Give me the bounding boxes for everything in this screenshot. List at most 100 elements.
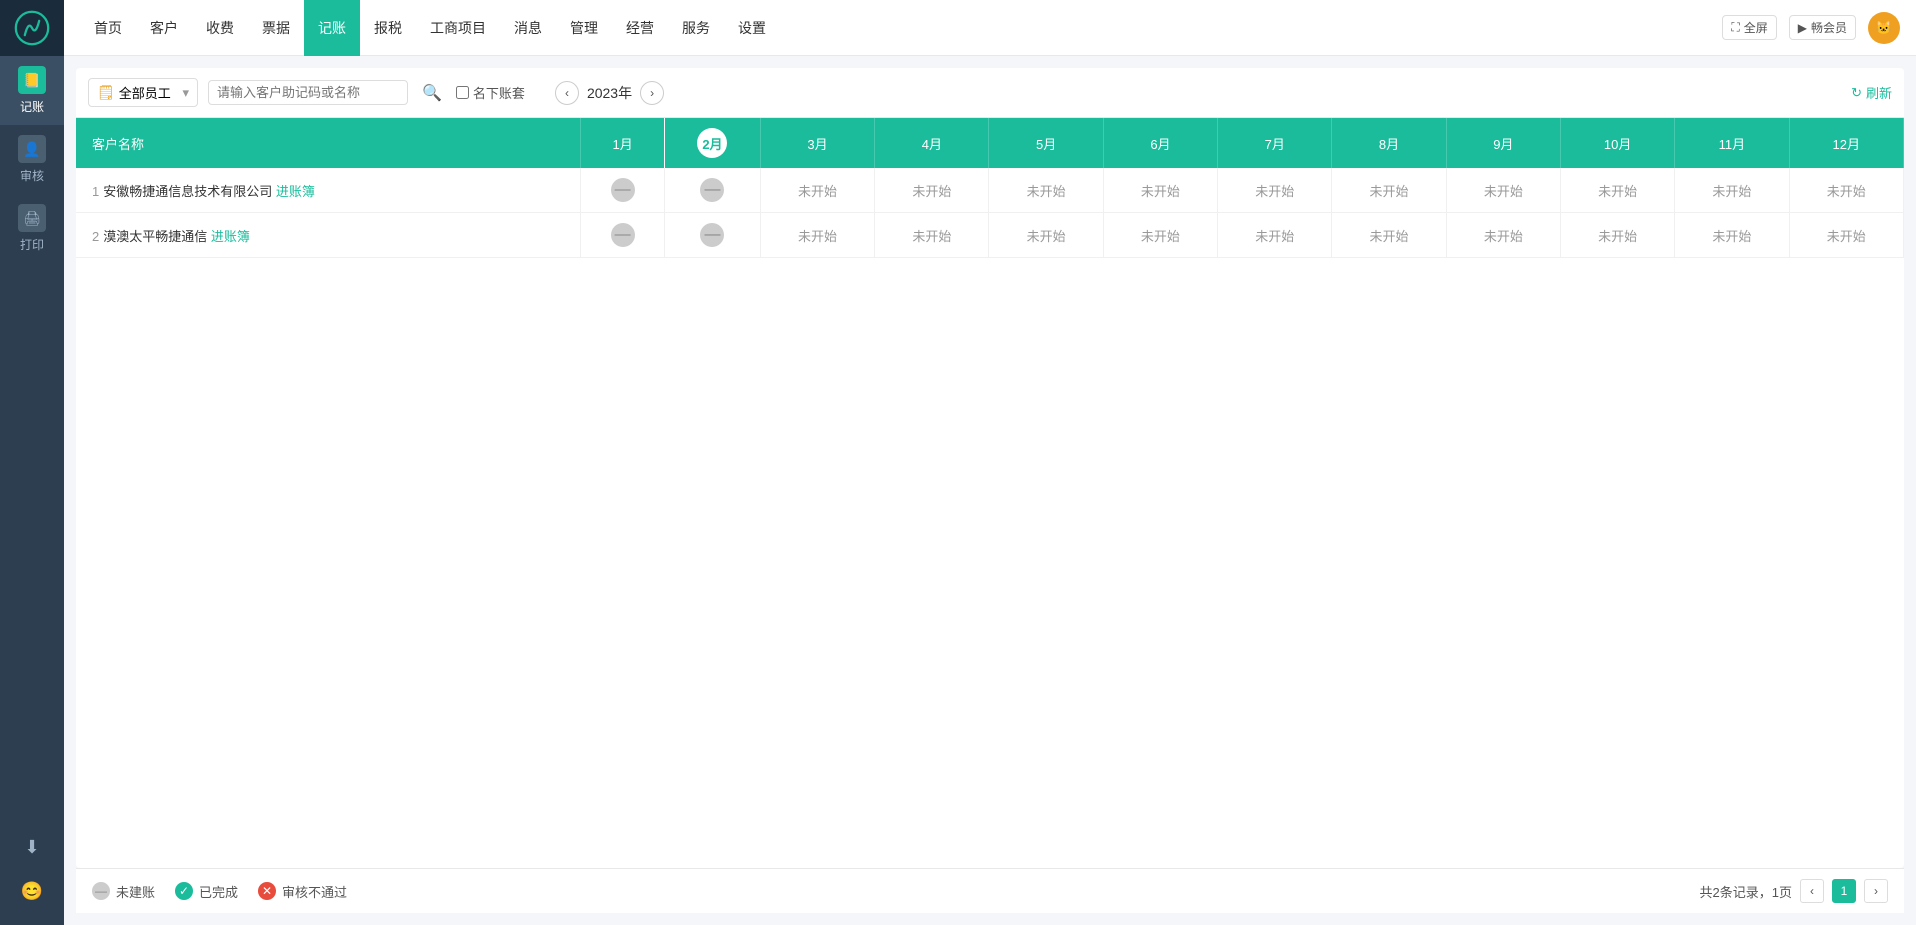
topnav-right: ⛶ 全屏 ▶ 畅会员 🐱: [1722, 12, 1900, 44]
cell-m3: 未开始: [760, 213, 874, 258]
fullscreen-label: 全屏: [1744, 19, 1768, 36]
cell-m11: 未开始: [1675, 213, 1789, 258]
next-page-button[interactable]: ›: [1864, 879, 1888, 903]
status-not-started: 未开始: [1484, 229, 1523, 244]
completed-label: 已完成: [199, 882, 238, 901]
avatar[interactable]: 🐱: [1868, 12, 1900, 44]
refresh-button[interactable]: ↻ 刷新: [1851, 83, 1892, 102]
status-not-started: 未开始: [1827, 229, 1866, 244]
enter-account-link[interactable]: 进账簿: [211, 229, 250, 244]
mine-accounts-checkbox[interactable]: [456, 86, 469, 99]
cell-m10: 未开始: [1560, 213, 1674, 258]
nav-settings[interactable]: 设置: [724, 0, 780, 56]
chevron-down-icon: ▾: [182, 85, 189, 101]
col-m6: 6月: [1103, 118, 1217, 168]
nav-service[interactable]: 服务: [668, 0, 724, 56]
status-not-started: 未开始: [912, 229, 951, 244]
cell-name: 2漠澳太平畅捷通信 进账簿: [76, 213, 581, 258]
checkbox-text: 名下账套: [473, 83, 525, 102]
row-number: 1: [92, 184, 99, 199]
prev-page-button[interactable]: ‹: [1800, 879, 1824, 903]
nav-operation[interactable]: 经营: [612, 0, 668, 56]
status-not-started: 未开始: [1370, 184, 1409, 199]
toolbar: 🗒 全部员工 ▾ 🔍 名下账套 ‹ 2023年 › ↻ 刷新: [76, 68, 1904, 118]
total-text: 共2条记录，1页: [1700, 882, 1792, 901]
table-row: 1安徽畅捷通信息技术有限公司 进账簿——未开始未开始未开始未开始未开始未开始未开…: [76, 168, 1904, 213]
cell-m7: 未开始: [1218, 213, 1332, 258]
status-not-started: 未开始: [1370, 229, 1409, 244]
year-display: 2023年: [587, 83, 632, 103]
nav-business[interactable]: 工商项目: [416, 0, 500, 56]
fullscreen-button[interactable]: ⛶ 全屏: [1722, 15, 1776, 40]
cell-m12: 未开始: [1789, 168, 1903, 213]
status-not-built: —: [700, 178, 724, 202]
status-not-started: 未开始: [1712, 184, 1751, 199]
customer-name: 漠澳太平畅捷通信: [103, 229, 207, 244]
col-m5: 5月: [989, 118, 1103, 168]
search-button[interactable]: 🔍: [418, 83, 446, 103]
vip-label: 畅会员: [1811, 19, 1847, 36]
bookkeeping-icon: 📒: [18, 66, 46, 94]
fullscreen-icon: ⛶: [1731, 20, 1739, 35]
nav-fees[interactable]: 收费: [192, 0, 248, 56]
table-header: 客户名称 1月 2月 3月 4月 5月 6月 7月 8月 9月 10月 11月: [76, 118, 1904, 168]
col-name: 客户名称: [76, 118, 581, 168]
status-not-started: 未开始: [798, 229, 837, 244]
cell-m11: 未开始: [1675, 168, 1789, 213]
nav-invoice[interactable]: 票据: [248, 0, 304, 56]
download-icon[interactable]: ⬇: [14, 829, 50, 865]
cell-m1: —: [581, 168, 665, 213]
active-month-circle: 2月: [697, 128, 727, 158]
current-page: 1: [1832, 879, 1856, 903]
vip-button[interactable]: ▶ 畅会员: [1789, 15, 1856, 40]
col-m8: 8月: [1332, 118, 1446, 168]
checkbox-label[interactable]: 名下账套: [456, 83, 525, 102]
employee-select[interactable]: 🗒 全部员工 ▾: [88, 78, 198, 107]
vip-icon: ▶: [1798, 21, 1807, 35]
help-icon[interactable]: 😊: [14, 873, 50, 909]
footer: — 未建账 ✓ 已完成 ✕ 审核不通过 共2条记录，1页 ‹ 1 ›: [76, 868, 1904, 913]
sidebar-item-bookkeeping[interactable]: 📒 记账: [0, 56, 64, 125]
nav-bookkeeping[interactable]: 记账: [304, 0, 360, 56]
refresh-icon: ↻: [1851, 85, 1862, 101]
nav-customer[interactable]: 客户: [136, 0, 192, 56]
status-not-started: 未开始: [798, 184, 837, 199]
col-m10: 10月: [1560, 118, 1674, 168]
status-not-started: 未开始: [1598, 229, 1637, 244]
status-not-built: —: [611, 223, 635, 247]
table-row: 2漠澳太平畅捷通信 进账簿——未开始未开始未开始未开始未开始未开始未开始未开始未…: [76, 213, 1904, 258]
legend-not-built: — 未建账: [92, 882, 155, 901]
status-not-started: 未开始: [1141, 184, 1180, 199]
sidebar-item-print[interactable]: 🖨 打印: [0, 194, 64, 263]
status-not-started: 未开始: [1484, 184, 1523, 199]
table-wrap: 客户名称 1月 2月 3月 4月 5月 6月 7月 8月 9月 10月 11月: [76, 118, 1904, 868]
cell-m2: —: [664, 168, 760, 213]
nav-manage[interactable]: 管理: [556, 0, 612, 56]
nav-message[interactable]: 消息: [500, 0, 556, 56]
refresh-label: 刷新: [1866, 83, 1892, 102]
col-m3: 3月: [760, 118, 874, 168]
rejected-label: 审核不通过: [282, 882, 347, 901]
cell-m9: 未开始: [1446, 168, 1560, 213]
cell-m4: 未开始: [875, 213, 989, 258]
nav-home[interactable]: 首页: [80, 0, 136, 56]
accounts-table: 客户名称 1月 2月 3月 4月 5月 6月 7月 8月 9月 10月 11月: [76, 118, 1904, 258]
employee-label: 全部员工: [119, 83, 171, 102]
cell-m9: 未开始: [1446, 213, 1560, 258]
enter-account-link[interactable]: 进账簿: [276, 184, 315, 199]
sidebar-item-audit[interactable]: 👤 审核: [0, 125, 64, 194]
cell-m3: 未开始: [760, 168, 874, 213]
status-not-started: 未开始: [1255, 229, 1294, 244]
nav-tax[interactable]: 报税: [360, 0, 416, 56]
employee-icon: 🗒: [97, 84, 115, 101]
main-area: 首页 客户 收费 票据 记账 报税 工商项目 消息 管理 经营 服务 设置 ⛶ …: [64, 0, 1916, 925]
sidebar: 📒 记账 👤 审核 🖨 打印 ⬇ 😊: [0, 0, 64, 925]
search-input[interactable]: [208, 80, 408, 105]
cell-m6: 未开始: [1103, 213, 1217, 258]
next-year-button[interactable]: ›: [640, 81, 664, 105]
cell-m4: 未开始: [875, 168, 989, 213]
status-not-started: 未开始: [1827, 184, 1866, 199]
status-not-started: 未开始: [1255, 184, 1294, 199]
completed-icon: ✓: [175, 882, 193, 900]
prev-year-button[interactable]: ‹: [555, 81, 579, 105]
